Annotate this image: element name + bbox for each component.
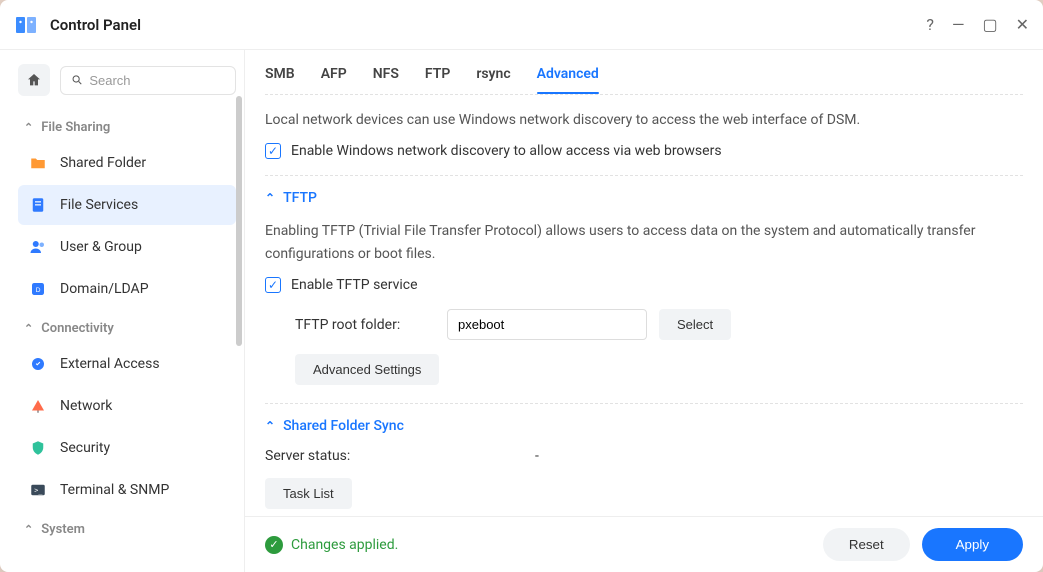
wsd-description: Local network devices can use Windows ne… — [265, 109, 1023, 131]
chevron-up-icon: ⌃ — [24, 523, 33, 536]
wsd-checkbox[interactable]: ✓ — [265, 143, 281, 159]
tftp-enable-label: Enable TFTP service — [291, 277, 418, 293]
tftp-enable-checkbox[interactable]: ✓ — [265, 277, 281, 293]
content-scroll[interactable]: Local network devices can use Windows ne… — [245, 95, 1043, 516]
sidebar-item-label: User & Group — [60, 239, 142, 255]
control-panel-window: Control Panel ? — ▢ ✕ ⌃ File Sharing — [0, 0, 1043, 572]
home-button[interactable] — [18, 64, 50, 96]
file-icon — [28, 195, 48, 215]
tabs: SMB AFP NFS FTP rsync Advanced — [245, 50, 1043, 94]
sidebar-group-label: System — [41, 522, 85, 537]
sidebar: ⌃ File Sharing Shared Folder File Servic… — [0, 50, 245, 572]
sidebar-group-system[interactable]: ⌃ System — [18, 512, 236, 545]
sidebar-item-security[interactable]: Security — [18, 428, 236, 468]
section-title: TFTP — [283, 190, 317, 206]
tftp-advanced-settings-button[interactable]: Advanced Settings — [295, 354, 439, 385]
tftp-description: Enabling TFTP (Trivial File Transfer Pro… — [265, 220, 1023, 265]
search-input[interactable] — [89, 73, 225, 88]
sidebar-item-user-group[interactable]: User & Group — [18, 227, 236, 267]
tab-nfs[interactable]: NFS — [373, 66, 399, 94]
footer: ✓ Changes applied. Reset Apply — [245, 516, 1043, 572]
sidebar-item-label: Network — [60, 398, 112, 414]
maximize-icon[interactable]: ▢ — [982, 15, 997, 34]
tftp-root-input[interactable] — [447, 309, 647, 340]
section-tftp-heading[interactable]: ⌃ TFTP — [265, 190, 1023, 206]
sidebar-item-terminal-snmp[interactable]: >_ Terminal & SNMP — [18, 470, 236, 510]
success-icon: ✓ — [265, 536, 283, 554]
help-icon[interactable]: ? — [926, 15, 934, 34]
svg-text:>_: >_ — [34, 486, 43, 494]
external-icon — [28, 354, 48, 374]
sidebar-group-label: File Sharing — [41, 120, 110, 135]
sidebar-group-label: Connectivity — [41, 321, 114, 336]
content: SMB AFP NFS FTP rsync Advanced Local net… — [245, 50, 1043, 572]
sidebar-item-label: Shared Folder — [60, 155, 146, 171]
tftp-select-button[interactable]: Select — [659, 309, 731, 340]
sidebar-group-connectivity[interactable]: ⌃ Connectivity — [18, 311, 236, 344]
sfs-status-row: Server status: - — [265, 448, 1023, 464]
chevron-up-icon: ⌃ — [24, 322, 33, 335]
sidebar-item-shared-folder[interactable]: Shared Folder — [18, 143, 236, 183]
svg-text:D: D — [36, 287, 41, 294]
reset-button[interactable]: Reset — [823, 528, 910, 561]
tab-afp[interactable]: AFP — [321, 66, 347, 94]
sidebar-group-file-sharing[interactable]: ⌃ File Sharing — [18, 110, 236, 143]
search-icon — [71, 73, 83, 87]
minimize-icon[interactable]: — — [952, 15, 965, 34]
search-box[interactable] — [60, 66, 236, 95]
sidebar-item-label: Terminal & SNMP — [60, 482, 169, 498]
users-icon — [28, 237, 48, 257]
home-icon — [26, 72, 42, 88]
status-message: ✓ Changes applied. — [265, 536, 811, 554]
sidebar-scrollbar[interactable] — [236, 96, 242, 346]
app-icon — [14, 13, 38, 37]
shield-icon — [28, 438, 48, 458]
network-icon — [28, 396, 48, 416]
sidebar-item-domain-ldap[interactable]: D Domain/LDAP — [18, 269, 236, 309]
sidebar-item-external-access[interactable]: External Access — [18, 344, 236, 384]
window-title: Control Panel — [50, 16, 926, 34]
wsd-checkbox-row: ✓ Enable Windows network discovery to al… — [265, 143, 1023, 159]
chevron-up-icon: ⌃ — [265, 191, 275, 205]
section-title: Shared Folder Sync — [283, 418, 404, 434]
titlebar: Control Panel ? — ▢ ✕ — [0, 0, 1043, 50]
chevron-up-icon: ⌃ — [265, 419, 275, 433]
status-text: Changes applied. — [291, 537, 398, 553]
wsd-checkbox-label: Enable Windows network discovery to allo… — [291, 143, 722, 159]
tftp-root-label: TFTP root folder: — [295, 317, 435, 333]
tftp-root-row: TFTP root folder: Select — [295, 309, 1023, 340]
sidebar-item-label: Security — [60, 440, 110, 456]
tftp-enable-row: ✓ Enable TFTP service — [265, 277, 1023, 293]
terminal-icon: >_ — [28, 480, 48, 500]
sidebar-item-label: File Services — [60, 197, 138, 213]
chevron-up-icon: ⌃ — [24, 121, 33, 134]
tab-ftp[interactable]: FTP — [425, 66, 450, 94]
sidebar-item-label: Domain/LDAP — [60, 281, 149, 297]
task-list-button[interactable]: Task List — [265, 478, 352, 509]
sfs-status-value: - — [535, 448, 539, 464]
apply-button[interactable]: Apply — [922, 528, 1023, 561]
sidebar-item-label: External Access — [60, 356, 160, 372]
section-sfs-heading[interactable]: ⌃ Shared Folder Sync — [265, 418, 1023, 434]
sfs-status-label: Server status: — [265, 448, 475, 464]
tab-smb[interactable]: SMB — [265, 66, 295, 94]
ldap-icon: D — [28, 279, 48, 299]
tab-advanced[interactable]: Advanced — [537, 66, 599, 94]
window-controls: ? — ▢ ✕ — [926, 15, 1029, 34]
close-icon[interactable]: ✕ — [1016, 15, 1029, 34]
sidebar-item-network[interactable]: Network — [18, 386, 236, 426]
sidebar-item-file-services[interactable]: File Services — [18, 185, 236, 225]
folder-icon — [28, 153, 48, 173]
tab-rsync[interactable]: rsync — [476, 66, 510, 94]
